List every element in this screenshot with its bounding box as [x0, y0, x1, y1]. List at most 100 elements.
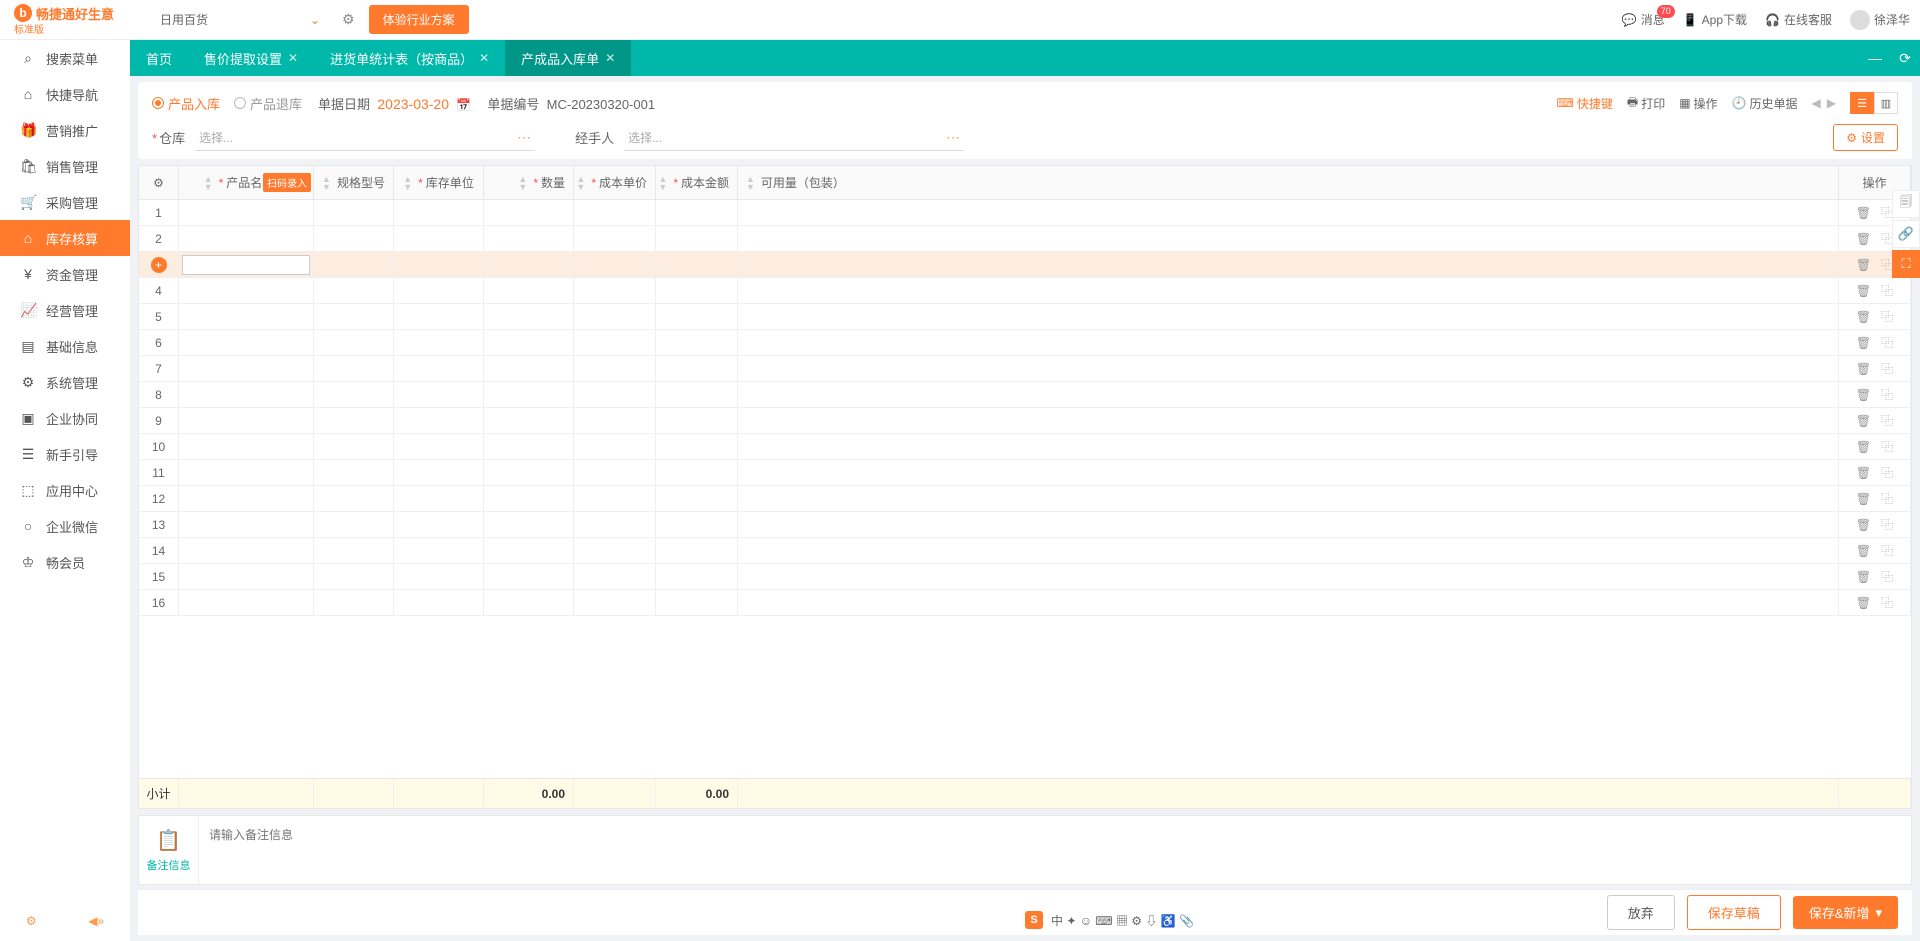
- next-record-button[interactable]: ▶: [1827, 96, 1836, 110]
- sidebar-item-11[interactable]: ☰新手引导: [0, 436, 130, 472]
- copy-row-icon[interactable]: ⿻: [1881, 568, 1893, 585]
- settings-gear-icon[interactable]: ⚙: [342, 11, 355, 28]
- experience-plan-button[interactable]: 体验行业方案: [369, 5, 469, 34]
- copy-row-icon[interactable]: ⿻: [1881, 334, 1893, 351]
- print-link[interactable]: 🖶打印: [1627, 93, 1665, 114]
- sidebar-item-12[interactable]: ⬚应用中心: [0, 472, 130, 508]
- column-settings-gear[interactable]: ⚙: [139, 166, 179, 199]
- view-list-button[interactable]: ☰: [1850, 92, 1874, 114]
- user-menu[interactable]: 徐泽华: [1850, 10, 1910, 30]
- copy-row-icon[interactable]: ⿻: [1881, 386, 1893, 403]
- online-service-link[interactable]: 🎧 在线客服: [1765, 11, 1832, 28]
- delete-row-icon[interactable]: 🗑: [1856, 388, 1871, 402]
- table-row[interactable]: 11🗑⿻: [139, 460, 1911, 486]
- history-link[interactable]: 🕘历史单据: [1732, 95, 1798, 112]
- copy-row-icon[interactable]: ⿻: [1881, 282, 1893, 299]
- sidebar-collapse-icon[interactable]: ◀»: [88, 914, 104, 928]
- delete-row-icon[interactable]: 🗑: [1856, 310, 1871, 324]
- table-row[interactable]: 8🗑⿻: [139, 382, 1911, 408]
- table-row[interactable]: +🗑⿻: [139, 252, 1911, 278]
- table-row[interactable]: 10🗑⿻: [139, 434, 1911, 460]
- delete-row-icon[interactable]: 🗑: [1856, 440, 1871, 454]
- delete-row-icon[interactable]: 🗑: [1856, 466, 1871, 480]
- table-row[interactable]: 1🗑⿻: [139, 200, 1911, 226]
- operate-link[interactable]: ▦操作: [1679, 95, 1717, 112]
- table-row[interactable]: 16🗑⿻: [139, 590, 1911, 616]
- dock-link-button[interactable]: 🔗: [1892, 220, 1920, 248]
- sidebar-item-7[interactable]: 📈经营管理: [0, 292, 130, 328]
- sidebar-item-2[interactable]: 🎁营销推广: [0, 112, 130, 148]
- app-download-link[interactable]: 📱 App下载: [1683, 11, 1747, 28]
- column-price[interactable]: ▲▼*成本单价: [574, 166, 656, 199]
- copy-row-icon[interactable]: ⿻: [1881, 308, 1893, 325]
- delete-row-icon[interactable]: 🗑: [1856, 570, 1871, 584]
- sidebar-item-0[interactable]: ⌕搜索菜单: [0, 40, 130, 76]
- add-row-button[interactable]: +: [151, 257, 167, 273]
- messages-link[interactable]: 💬 消息 70: [1622, 11, 1665, 28]
- tab-close-icon[interactable]: ✕: [479, 51, 489, 65]
- tab-3[interactable]: 产成品入库单✕: [505, 40, 631, 76]
- delete-row-icon[interactable]: 🗑: [1856, 544, 1871, 558]
- tab-minimize-button[interactable]: —: [1860, 40, 1890, 76]
- sidebar-item-10[interactable]: ▣企业协同: [0, 400, 130, 436]
- copy-row-icon[interactable]: ⿻: [1881, 542, 1893, 559]
- delete-row-icon[interactable]: 🗑: [1856, 518, 1871, 532]
- column-available[interactable]: ▲▼可用量（包装）: [738, 166, 1839, 199]
- copy-row-icon[interactable]: ⿻: [1881, 438, 1893, 455]
- calendar-icon[interactable]: 📅: [456, 98, 471, 112]
- tab-refresh-button[interactable]: ⟳: [1890, 40, 1920, 76]
- delete-row-icon[interactable]: 🗑: [1856, 258, 1871, 272]
- radio-stock-in[interactable]: 产品入库: [152, 94, 220, 113]
- tab-1[interactable]: 售价提取设置✕: [188, 40, 314, 76]
- table-row[interactable]: 12🗑⿻: [139, 486, 1911, 512]
- radio-stock-out[interactable]: 产品退库: [234, 94, 302, 113]
- delete-row-icon[interactable]: 🗑: [1856, 414, 1871, 428]
- table-row[interactable]: 2🗑⿻: [139, 226, 1911, 252]
- save-draft-button[interactable]: 保存草稿: [1687, 895, 1781, 930]
- delete-row-icon[interactable]: 🗑: [1856, 206, 1871, 220]
- discard-button[interactable]: 放弃: [1607, 895, 1675, 930]
- save-and-new-button[interactable]: 保存&新增 ▾: [1793, 896, 1898, 929]
- column-amount[interactable]: ▲▼*成本金额: [656, 166, 738, 199]
- tab-2[interactable]: 进货单统计表（按商品）✕: [314, 40, 505, 76]
- sidebar-item-1[interactable]: ⌂快捷导航: [0, 76, 130, 112]
- table-row[interactable]: 5🗑⿻: [139, 304, 1911, 330]
- remark-tab[interactable]: 📋 备注信息: [139, 816, 199, 884]
- sidebar-item-6[interactable]: ¥资金管理: [0, 256, 130, 292]
- column-spec[interactable]: ▲▼规格型号: [314, 166, 394, 199]
- sidebar-item-14[interactable]: ♔畅会员: [0, 544, 130, 580]
- dock-note-button[interactable]: 🗐: [1892, 190, 1920, 218]
- sidebar-item-4[interactable]: 🛒采购管理: [0, 184, 130, 220]
- copy-row-icon[interactable]: ⿻: [1881, 412, 1893, 429]
- copy-row-icon[interactable]: ⿻: [1881, 490, 1893, 507]
- copy-row-icon[interactable]: ⿻: [1881, 464, 1893, 481]
- industry-select[interactable]: 日用百货 ⌄: [150, 6, 330, 34]
- delete-row-icon[interactable]: 🗑: [1856, 492, 1871, 506]
- column-qty[interactable]: ▲▼*数量: [484, 166, 574, 199]
- dock-expand-button[interactable]: ⛶: [1892, 250, 1920, 278]
- sidebar-item-5[interactable]: ⌂库存核算: [0, 220, 130, 256]
- hotkey-link[interactable]: ⌨快捷键: [1557, 95, 1613, 112]
- table-row[interactable]: 7🗑⿻: [139, 356, 1911, 382]
- delete-row-icon[interactable]: 🗑: [1856, 336, 1871, 350]
- column-unit[interactable]: ▲▼*库存单位: [394, 166, 484, 199]
- handler-select[interactable]: 选择... ⋯: [624, 125, 964, 151]
- sidebar-item-3[interactable]: 🛍销售管理: [0, 148, 130, 184]
- column-product-name[interactable]: ▲▼ *产品名称ⓘ 扫码录入: [179, 166, 314, 199]
- sidebar-item-13[interactable]: ○企业微信: [0, 508, 130, 544]
- table-row[interactable]: 13🗑⿻: [139, 512, 1911, 538]
- prev-record-button[interactable]: ◀: [1812, 96, 1821, 110]
- delete-row-icon[interactable]: 🗑: [1856, 284, 1871, 298]
- column-settings-button[interactable]: ⚙ 设置: [1833, 124, 1898, 151]
- table-row[interactable]: 9🗑⿻: [139, 408, 1911, 434]
- table-row[interactable]: 6🗑⿻: [139, 330, 1911, 356]
- doc-date-value[interactable]: 2023-03-20: [377, 96, 449, 112]
- table-row[interactable]: 4🗑⿻: [139, 278, 1911, 304]
- table-row[interactable]: 14🗑⿻: [139, 538, 1911, 564]
- sidebar-settings-icon[interactable]: ⚙: [26, 914, 37, 928]
- view-card-button[interactable]: ▥: [1874, 92, 1898, 114]
- copy-row-icon[interactable]: ⿻: [1881, 594, 1893, 611]
- delete-row-icon[interactable]: 🗑: [1856, 596, 1871, 610]
- sidebar-item-8[interactable]: ▤基础信息: [0, 328, 130, 364]
- sidebar-item-9[interactable]: ⚙系统管理: [0, 364, 130, 400]
